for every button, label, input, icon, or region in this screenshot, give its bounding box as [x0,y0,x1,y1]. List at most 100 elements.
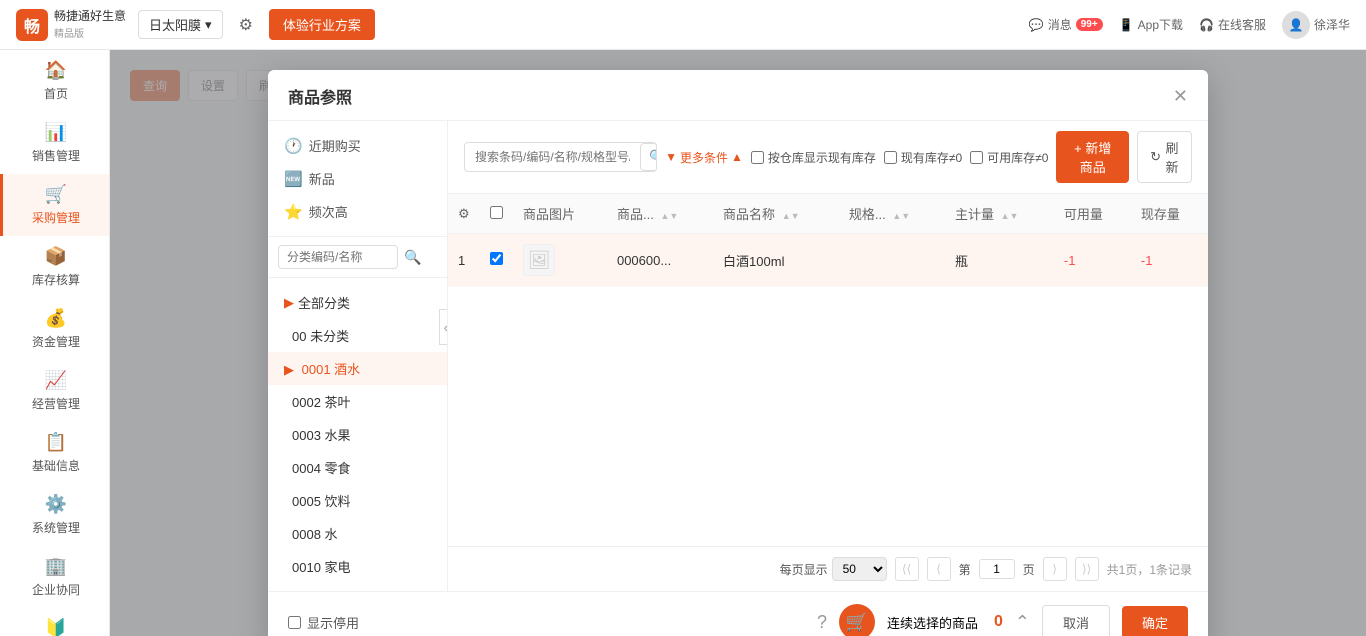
sidebar-item-sales[interactable]: 📊 销售管理 [0,112,109,174]
sidebar-item-finance[interactable]: 💰 资金管理 [0,298,109,360]
category-item-0004[interactable]: 0004 零食 [268,451,447,484]
pagination-bar: 每页显示 10 20 50 100 ⟨⟨ ⟨ 第 页 [448,546,1208,591]
filter-available-nonzero[interactable]: 现有库存≠0 [884,149,962,166]
product-available: -1 [1064,253,1076,268]
next-page-button[interactable]: ⟩ [1043,557,1067,581]
select-all-checkbox[interactable] [490,206,503,219]
sidebar-item-system[interactable]: ⚙️ 系统管理 [0,484,109,546]
product-search-icon[interactable]: 🔍 [640,143,657,171]
show-disabled-wrap[interactable]: 显示停用 [288,613,359,632]
category-tree: ▶ 全部分类 00 未分类 ▶ 0001 酒水 0002 茶叶 [268,278,447,591]
home-icon: 🏠 [45,60,67,81]
col-checkbox-all[interactable] [480,194,513,234]
category-search-input[interactable] [278,245,398,269]
col-spec[interactable]: 规格... ▲▼ [839,194,945,234]
sidebar-item-basic[interactable]: 📋 基础信息 [0,422,109,484]
category-item-00[interactable]: 00 未分类 [268,319,447,352]
page-size-dropdown[interactable]: 10 20 50 100 [832,557,887,581]
cart-button[interactable]: 🛒 [839,604,875,636]
table-row[interactable]: 1 🖼 000600... [448,234,1208,287]
logo-area: 畅 畅捷通好生意 精品版 [16,9,126,41]
refresh-button[interactable]: ↻ 刷新 [1137,131,1192,183]
last-page-button[interactable]: ⟩⟩ [1075,557,1099,581]
col-available: 可用量 [1054,194,1131,234]
modal-title: 商品参照 [288,84,352,108]
cell-image: 🖼 [513,234,607,287]
table-body: 1 🖼 000600... [448,234,1208,287]
col-stock-label: 现存量 [1141,207,1180,222]
sidebar-item-inventory[interactable]: 📦 库存核算 [0,236,109,298]
shortcut-new[interactable]: 🆕 新品 [268,162,447,195]
sidebar-item-guide[interactable]: 🔰 新手引导 [0,608,109,636]
filter-more-button[interactable]: ▼ 更多条件 ▲ [665,149,743,166]
category-item-0008[interactable]: 0008 水 [268,517,447,550]
store-select[interactable]: 日太阳膜 ▾ [138,10,223,39]
filter-usable-checkbox[interactable] [970,151,983,164]
filter-available-checkbox[interactable] [884,151,897,164]
category-item-0005[interactable]: 0005 饮料 [268,484,447,517]
col-unit[interactable]: 主计量 ▲▼ [945,194,1054,234]
category-collapse-button[interactable]: ‹‹ [439,309,448,345]
prev-page-button[interactable]: ⟨ [927,557,951,581]
cell-available: -1 [1054,234,1131,287]
col-code[interactable]: 商品... ▲▼ [607,194,713,234]
product-name: 白酒100ml [723,254,784,269]
category-item-0001[interactable]: ▶ 0001 酒水 [268,352,447,385]
sidebar-item-enterprise[interactable]: 🏢 企业协同 [0,546,109,608]
star-icon: ⭐ [284,203,303,221]
page-input[interactable] [979,559,1015,579]
first-page-button[interactable]: ⟨⟨ [895,557,919,581]
category-item-0010[interactable]: 0010 家电 [268,550,447,583]
filter-warehouse-checkbox[interactable] [751,151,764,164]
category-all[interactable]: ▶ 全部分类 [268,286,447,319]
sidebar-label-operation: 经营管理 [32,395,80,412]
cell-stock: -1 [1131,234,1208,287]
shortcut-frequent[interactable]: ⭐ 频次高 [268,195,447,228]
sidebar-item-purchase[interactable]: 🛒 采购管理 [0,174,109,236]
confirm-button[interactable]: 确定 [1122,606,1188,636]
category-0005-label: 0005 饮料 [292,494,351,509]
shortcut-frequent-label: 频次高 [309,202,348,221]
add-product-button[interactable]: + 新增商品 [1056,131,1129,183]
category-search-bar: 🔍 [268,237,447,278]
refresh-icon: ↻ [1150,149,1161,165]
experience-button[interactable]: 体验行业方案 [269,9,375,40]
category-item-0002[interactable]: 0002 茶叶 [268,385,447,418]
page-size-select: 每页显示 10 20 50 100 [780,557,887,581]
sidebar-item-operation[interactable]: 📈 经营管理 [0,360,109,422]
cancel-button[interactable]: 取消 [1042,605,1110,636]
app-download-button[interactable]: 📱 App下载 [1119,16,1183,33]
refresh-label: 刷新 [1165,138,1179,176]
filter-by-warehouse[interactable]: 按仓库显示现有库存 [751,149,876,166]
sidebar: 🏠 首页 📊 销售管理 🛒 采购管理 📦 库存核算 💰 资金管理 📈 经营管理 … [0,50,110,636]
category-0003-label: 0003 水果 [292,428,351,443]
product-search-input[interactable] [465,145,640,169]
col-available-label: 可用量 [1064,207,1103,222]
product-code: 000600... [617,253,671,268]
sidebar-item-home[interactable]: 🏠 首页 [0,50,109,112]
shortcut-recent[interactable]: 🕐 近期购买 [268,129,447,162]
row-checkbox[interactable] [490,252,503,265]
category-search-icon[interactable]: 🔍 [404,249,421,266]
category-item-0003[interactable]: 0003 水果 [268,418,447,451]
sort-icon-code: ▲▼ [660,211,678,221]
help-icon[interactable]: ? [817,612,827,633]
shortcut-new-label: 新品 [309,169,335,188]
category-00-label: 00 未分类 [292,329,349,344]
message-button[interactable]: 💬 消息 99+ [1029,16,1103,33]
col-name[interactable]: 商品名称 ▲▼ [713,194,839,234]
filter-warehouse-label: 按仓库显示现有库存 [768,149,876,166]
nav-right: 💬 消息 99+ 📱 App下载 🎧 在线客服 👤 徐泽华 [1029,11,1350,39]
cart-collapse-icon[interactable]: ⌃ [1015,612,1030,633]
modal-close-button[interactable]: ✕ [1173,86,1188,107]
filter-available-label: 现有库存≠0 [901,149,962,166]
category-0004-label: 0004 零食 [292,461,351,476]
cell-checkbox[interactable] [480,234,513,287]
show-disabled-checkbox[interactable] [288,616,301,629]
cart-icon: 🛒 [846,612,868,633]
service-button[interactable]: 🎧 在线客服 [1199,16,1266,33]
col-settings[interactable]: ⚙ [448,194,480,234]
user-area[interactable]: 👤 徐泽华 [1282,11,1350,39]
filter-usable-nonzero[interactable]: 可用库存≠0 [970,149,1048,166]
gear-icon[interactable]: ⚙ [235,11,257,39]
